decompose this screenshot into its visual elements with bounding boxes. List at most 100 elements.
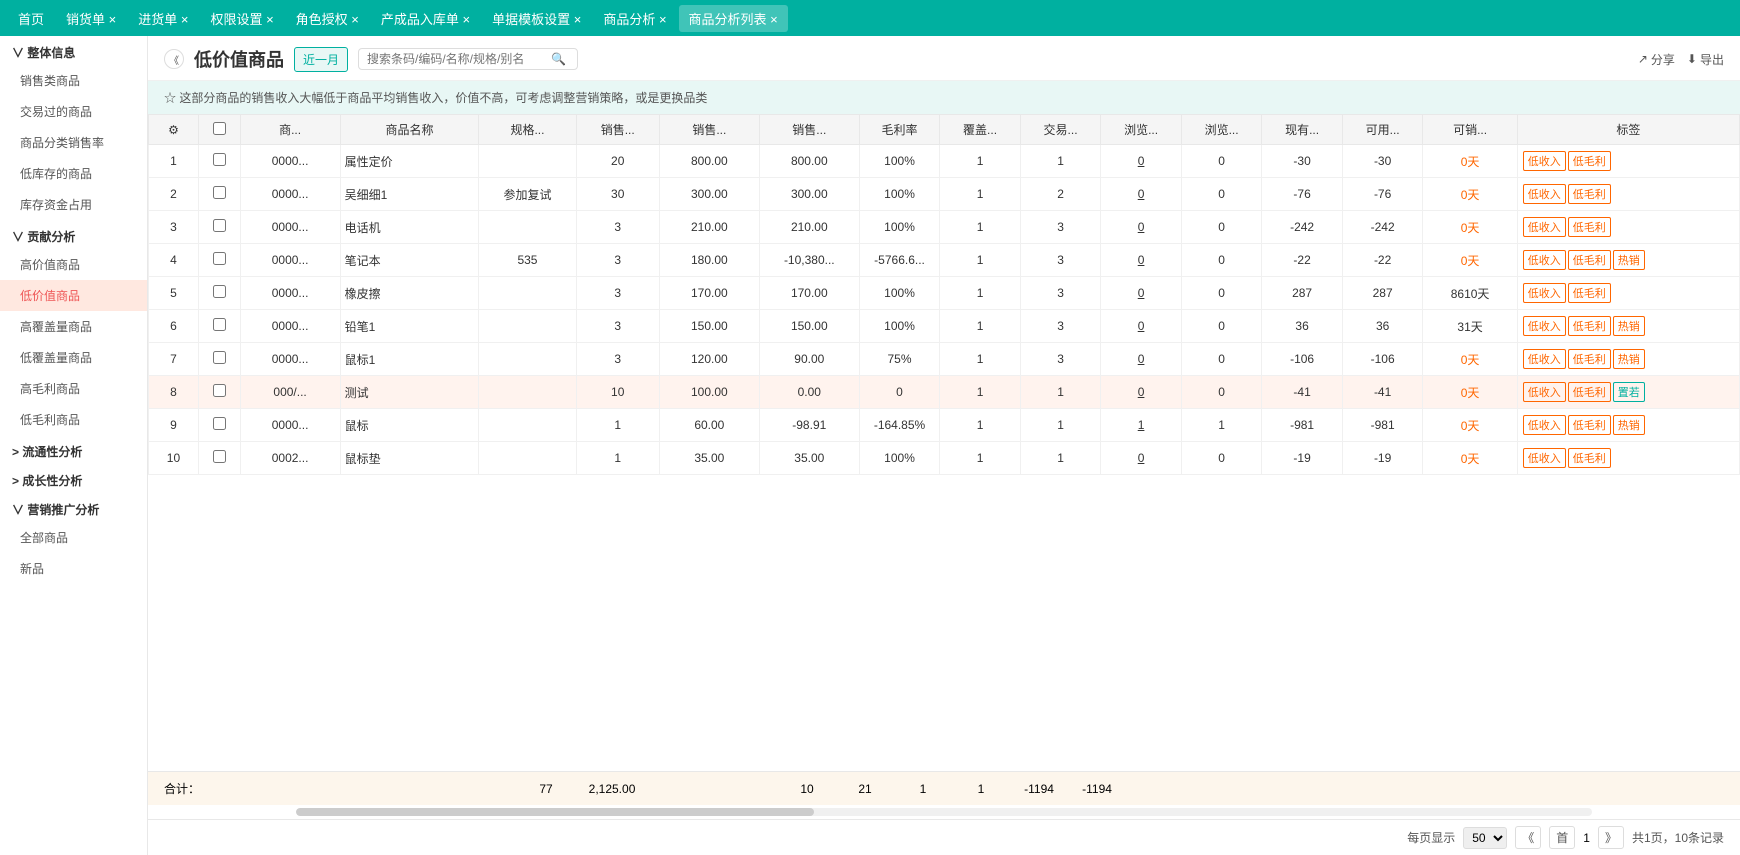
- row-tags: 低收入低毛利置若: [1517, 376, 1739, 409]
- th-view-count: 浏览...: [1181, 115, 1262, 145]
- th-saleable-days: 可销...: [1423, 115, 1517, 145]
- row-spec: [479, 277, 576, 310]
- next-page-btn[interactable]: 》: [1598, 826, 1624, 849]
- row-tags: 低收入低毛利: [1517, 178, 1739, 211]
- row-view1[interactable]: 0: [1101, 376, 1182, 409]
- sidebar-item-high-coverage[interactable]: 高覆盖量商品: [0, 311, 147, 342]
- page-size-select[interactable]: 50: [1463, 827, 1507, 849]
- row-view1[interactable]: 0: [1101, 211, 1182, 244]
- row-days: 0天: [1423, 244, 1517, 277]
- row-check[interactable]: [198, 178, 240, 211]
- row-stock1: -76: [1262, 178, 1343, 211]
- row-check[interactable]: [198, 442, 240, 475]
- select-all-checkbox[interactable]: [213, 122, 226, 135]
- sidebar-item-sales-goods[interactable]: 销售类商品: [0, 65, 147, 96]
- row-checkbox[interactable]: [213, 384, 226, 397]
- sidebar-item-stock-capital[interactable]: 库存资金占用: [0, 189, 147, 220]
- th-settings[interactable]: ⚙: [149, 115, 199, 145]
- row-tags: 低收入低毛利热销: [1517, 310, 1739, 343]
- tag-label: 低收入: [1523, 316, 1566, 336]
- total-view2: 1: [952, 782, 1010, 796]
- horizontal-scrollbar[interactable]: [296, 808, 1592, 816]
- tag-label: 低收入: [1523, 349, 1566, 369]
- row-check[interactable]: [198, 145, 240, 178]
- sidebar-item-low-stock[interactable]: 低库存的商品: [0, 158, 147, 189]
- nav-analysis-list[interactable]: 商品分析列表 ×: [679, 5, 788, 32]
- export-btn[interactable]: ⬇ 导出: [1687, 51, 1724, 68]
- row-checkbox[interactable]: [213, 153, 226, 166]
- share-btn[interactable]: ↗ 分享: [1638, 51, 1675, 68]
- sidebar-item-low-gross[interactable]: 低毛利商品: [0, 404, 147, 435]
- row-view1[interactable]: 0: [1101, 244, 1182, 277]
- row-check[interactable]: [198, 343, 240, 376]
- nav-sales[interactable]: 销货单 ×: [56, 5, 126, 32]
- row-stock2: -19: [1342, 442, 1423, 475]
- nav-permissions[interactable]: 权限设置 ×: [200, 5, 283, 32]
- nav-roles[interactable]: 角色授权 ×: [286, 5, 369, 32]
- row-spec: [479, 376, 576, 409]
- row-check[interactable]: [198, 211, 240, 244]
- table-row: 6 0000... 铅笔1 3 150.00 150.00 100% 1 3 0…: [149, 310, 1740, 343]
- row-view1[interactable]: 0: [1101, 145, 1182, 178]
- row-checkbox[interactable]: [213, 186, 226, 199]
- scrollbar-thumb[interactable]: [296, 808, 814, 816]
- row-gross-rate: 0: [859, 376, 940, 409]
- nav-products[interactable]: 产成品入库单 ×: [371, 5, 480, 32]
- row-sale-qty: 1: [576, 442, 659, 475]
- row-spec: 参加复试: [479, 178, 576, 211]
- row-check[interactable]: [198, 277, 240, 310]
- table-row: 10 0002... 鼠标垫 1 35.00 35.00 100% 1 1 0 …: [149, 442, 1740, 475]
- sidebar-group-growth[interactable]: > 成长性分析: [0, 464, 147, 493]
- sidebar: ∨ 整体信息 销售类商品 交易过的商品 商品分类销售率 低库存的商品 库存资金占…: [0, 36, 148, 855]
- row-checkbox[interactable]: [213, 252, 226, 265]
- row-view1[interactable]: 1: [1101, 409, 1182, 442]
- row-spec: [479, 145, 576, 178]
- sidebar-item-all-goods[interactable]: 全部商品: [0, 522, 147, 553]
- th-check[interactable]: [198, 115, 240, 145]
- nav-analysis[interactable]: 商品分析 ×: [593, 5, 676, 32]
- row-check[interactable]: [198, 376, 240, 409]
- row-stock2: 287: [1342, 277, 1423, 310]
- sidebar-item-new-goods[interactable]: 新品: [0, 553, 147, 584]
- sidebar-item-low-value[interactable]: 低价值商品: [0, 280, 147, 311]
- sidebar-item-high-value[interactable]: 高价值商品: [0, 249, 147, 280]
- row-checkbox[interactable]: [213, 450, 226, 463]
- sidebar-collapse-btn[interactable]: 《: [164, 49, 184, 69]
- scrollbar-container[interactable]: [148, 805, 1740, 819]
- row-checkbox[interactable]: [213, 285, 226, 298]
- sidebar-group-flow[interactable]: > 流通性分析: [0, 435, 147, 464]
- sidebar-item-low-coverage[interactable]: 低覆盖量商品: [0, 342, 147, 373]
- tag-label: 低收入: [1523, 151, 1566, 171]
- nav-templates[interactable]: 单据模板设置 ×: [482, 5, 591, 32]
- row-trade: 1: [1020, 145, 1101, 178]
- row-code: 0000...: [240, 145, 340, 178]
- sidebar-item-category-rate[interactable]: 商品分类销售率: [0, 127, 147, 158]
- row-view1[interactable]: 0: [1101, 277, 1182, 310]
- row-view1[interactable]: 0: [1101, 310, 1182, 343]
- row-check[interactable]: [198, 244, 240, 277]
- row-check[interactable]: [198, 310, 240, 343]
- tag-label: 低毛利: [1568, 151, 1611, 171]
- row-check[interactable]: [198, 409, 240, 442]
- row-view2: 0: [1181, 310, 1262, 343]
- nav-purchase[interactable]: 进货单 ×: [128, 5, 198, 32]
- row-view1[interactable]: 0: [1101, 343, 1182, 376]
- sidebar-item-traded[interactable]: 交易过的商品: [0, 96, 147, 127]
- row-view1[interactable]: 0: [1101, 442, 1182, 475]
- recent-month-btn[interactable]: 近一月: [294, 47, 348, 72]
- search-input[interactable]: [367, 52, 547, 66]
- sidebar-item-high-gross[interactable]: 高毛利商品: [0, 373, 147, 404]
- row-cover: 1: [940, 277, 1021, 310]
- row-checkbox[interactable]: [213, 417, 226, 430]
- nav-home[interactable]: 首页: [8, 5, 54, 32]
- row-view1[interactable]: 0: [1101, 178, 1182, 211]
- table-row: 7 0000... 鼠标1 3 120.00 90.00 75% 1 3 0 0…: [149, 343, 1740, 376]
- row-sale-profit: 300.00: [759, 178, 859, 211]
- prev-page-btn[interactable]: 首: [1549, 826, 1575, 849]
- row-checkbox[interactable]: [213, 351, 226, 364]
- table-row: 3 0000... 电话机 3 210.00 210.00 100% 1 3 0…: [149, 211, 1740, 244]
- first-page-btn[interactable]: 《: [1515, 826, 1541, 849]
- row-checkbox[interactable]: [213, 219, 226, 232]
- row-checkbox[interactable]: [213, 318, 226, 331]
- row-stock2: -22: [1342, 244, 1423, 277]
